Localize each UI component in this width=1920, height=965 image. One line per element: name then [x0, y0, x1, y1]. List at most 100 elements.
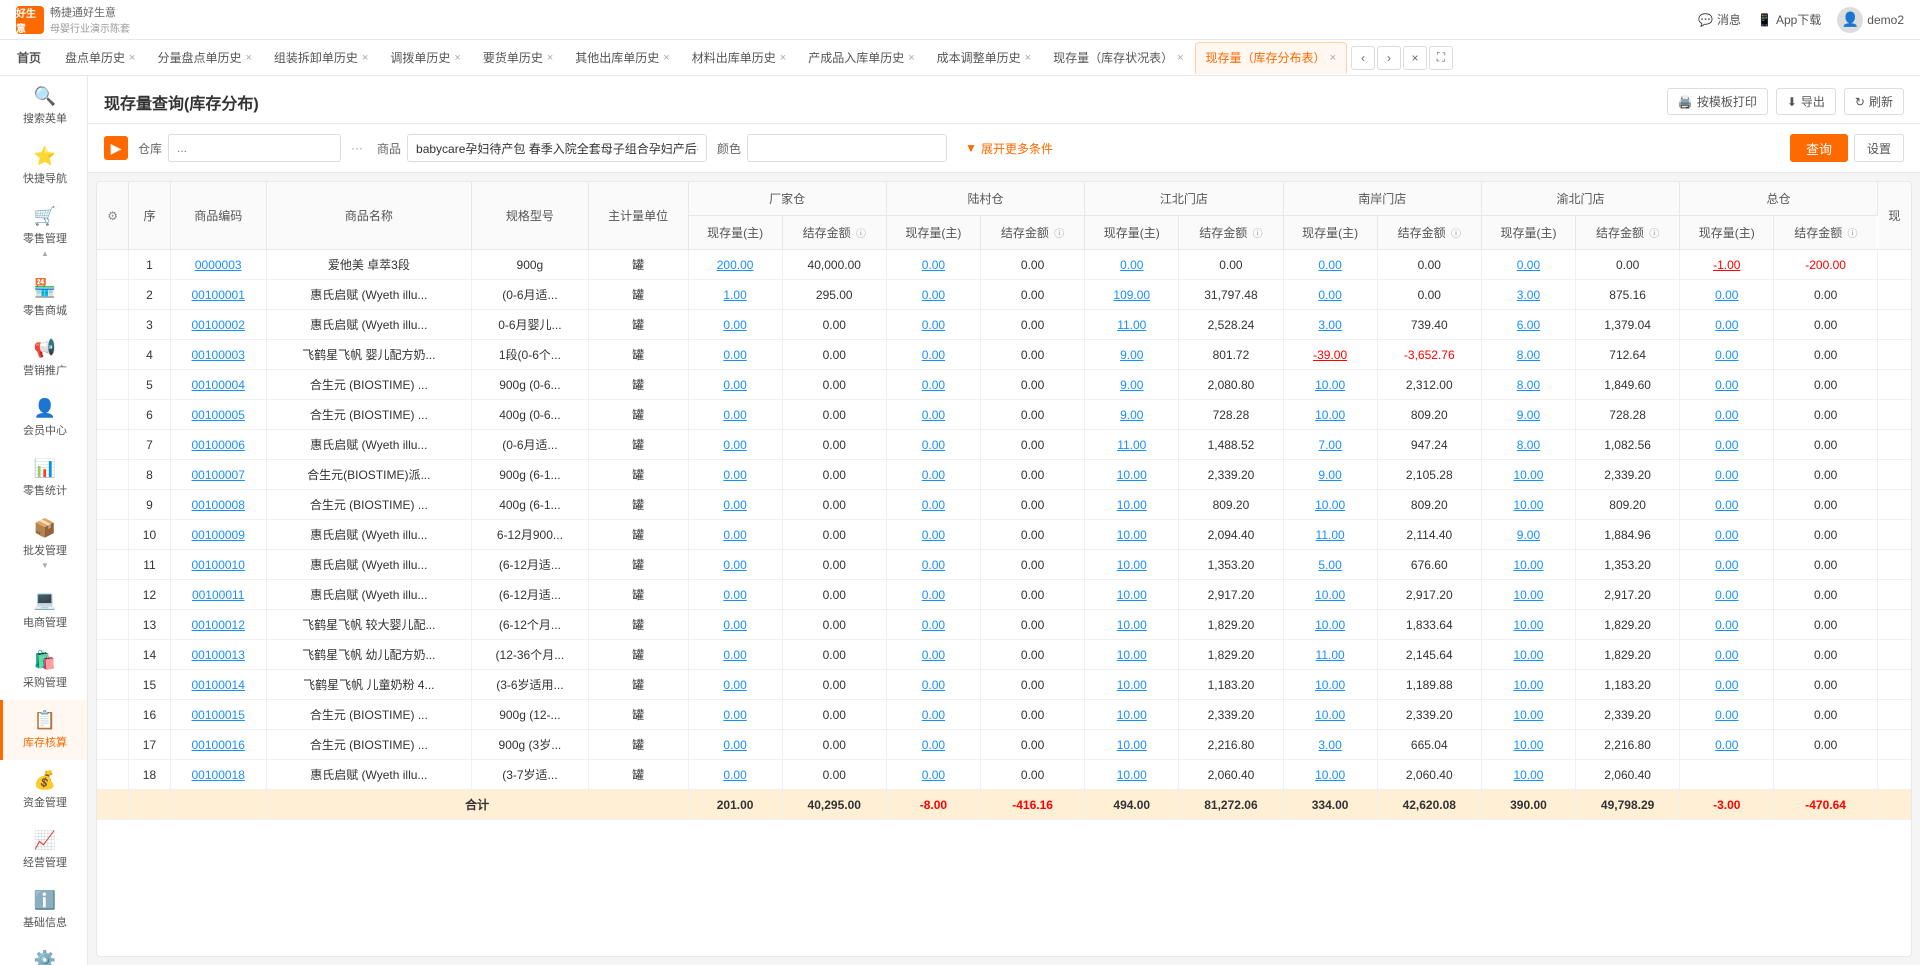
- export-btn[interactable]: ⬇ 导出: [1776, 88, 1836, 115]
- expand-more-label: 展开更多条件: [981, 140, 1053, 157]
- sidebar-item-members[interactable]: 👤 会员中心: [0, 388, 87, 448]
- th-unit: 主计量单位: [588, 182, 688, 250]
- warehouse-input[interactable]: [168, 134, 341, 162]
- info-icon-w3[interactable]: ⓘ: [1253, 229, 1263, 240]
- tab-close-5[interactable]: ×: [663, 52, 669, 64]
- tab-label-1: 分量盘点单历史: [157, 49, 241, 66]
- brand-subtitle: 母婴行业演示陈套: [50, 20, 130, 35]
- goods-input[interactable]: [407, 134, 707, 162]
- table-row: 1000100009惠氏启赋 (Wyeth illu...6-12月900...…: [97, 520, 1911, 550]
- sidebar-item-operation[interactable]: 📈 经营管理: [0, 820, 87, 880]
- sidebar-item-retail-shop[interactable]: 🏪 零售商城: [0, 268, 87, 328]
- tab-close-4[interactable]: ×: [547, 52, 553, 64]
- member-icon: 👤: [34, 398, 56, 419]
- th-extra: 现: [1877, 182, 1911, 250]
- sidebar-item-marketing[interactable]: 📢 营销推广: [0, 328, 87, 388]
- info-icon-w1[interactable]: ⓘ: [856, 229, 866, 240]
- sidebar-item-retail-stats[interactable]: 📊 零售统计: [0, 448, 87, 508]
- info-icon-w2[interactable]: ⓘ: [1054, 229, 1064, 240]
- main-layout: 🔍 搜索英单 ⭐ 快捷导航 🛒 零售管理 ▲ 🏪 零售商城 📢 营销推广 👤 会…: [0, 76, 1920, 965]
- nav-expand-btn[interactable]: ⛶: [1429, 46, 1453, 70]
- sidebar-item-wholesale[interactable]: 📦 批发管理 ▼: [0, 508, 87, 580]
- nav-tab-0[interactable]: 盘点单历史 ×: [54, 42, 146, 74]
- sidebar-item-retail-mgmt[interactable]: 🛒 零售管理 ▲: [0, 196, 87, 268]
- sidebar-label-1: 快捷导航: [23, 170, 67, 186]
- tab-close-3[interactable]: ×: [454, 52, 460, 64]
- system-icon: ⚙️: [34, 950, 56, 965]
- nav-prev-btn[interactable]: ‹: [1351, 46, 1375, 70]
- nav-tab-1[interactable]: 分量盘点单历史 ×: [146, 42, 262, 74]
- print-btn[interactable]: 🖨️ 按模板打印: [1667, 88, 1768, 115]
- nav-tab-6[interactable]: 材料出库单历史 ×: [681, 42, 797, 74]
- tab-close-8[interactable]: ×: [1025, 52, 1031, 64]
- logo-icon: 好生意: [16, 6, 44, 34]
- sidebar-item-inventory[interactable]: 📋 库存核算: [0, 700, 87, 760]
- query-btn[interactable]: 查询: [1790, 134, 1848, 162]
- page-title: 现存量查询(库存分布): [104, 90, 259, 114]
- goods-label: 商品: [377, 140, 401, 157]
- setting-btn[interactable]: 设置: [1854, 134, 1904, 162]
- app-download-btn[interactable]: 📱 App下载: [1757, 11, 1821, 28]
- nav-tab-5[interactable]: 其他出库单历史 ×: [564, 42, 680, 74]
- nav-home[interactable]: 首页: [4, 42, 54, 74]
- refresh-label: 刷新: [1869, 93, 1893, 110]
- warehouse-filter: 仓库 ···: [138, 134, 367, 162]
- operation-icon: 📈: [34, 830, 56, 851]
- username-label: demo2: [1867, 13, 1904, 27]
- sidebar-item-ecom[interactable]: 💻 电商管理: [0, 580, 87, 640]
- sidebar-item-purchase[interactable]: 🛍️ 采购管理: [0, 640, 87, 700]
- sidebar-item-finance[interactable]: 💰 资金管理: [0, 760, 87, 820]
- th-wt-amt: 结存金额 ⓘ: [1774, 216, 1878, 250]
- wholesale-icon: 📦: [34, 518, 56, 539]
- tab-label-3: 调拨单历史: [390, 49, 450, 66]
- filter-expand-btn[interactable]: ▶: [104, 136, 128, 160]
- sidebar-item-nav[interactable]: ⭐ 快捷导航: [0, 136, 87, 196]
- star-icon: ⭐: [34, 146, 56, 167]
- th-w2-qty: 现存量(主): [886, 216, 980, 250]
- refresh-btn[interactable]: ↻ 刷新: [1844, 88, 1904, 115]
- tab-label-2: 组装拆卸单历史: [274, 49, 358, 66]
- info-icon: ℹ️: [34, 890, 56, 911]
- nav-next-btn[interactable]: ›: [1377, 46, 1401, 70]
- info-icon-wt[interactable]: ⓘ: [1848, 229, 1858, 240]
- color-filter: 颜色: [717, 134, 947, 162]
- message-icon: 💬: [1698, 13, 1713, 27]
- tab-close-1[interactable]: ×: [245, 52, 251, 64]
- tab-close-2[interactable]: ×: [362, 52, 368, 64]
- sidebar-label-7: 批发管理: [23, 542, 67, 558]
- nav-tab-4[interactable]: 要货单历史 ×: [472, 42, 564, 74]
- arrow-up-icon: ▲: [41, 249, 49, 258]
- nav-tab-9[interactable]: 现存量（库存状况表） ×: [1042, 42, 1194, 74]
- sidebar-item-search[interactable]: 🔍 搜索英单: [0, 76, 87, 136]
- sidebar-item-info[interactable]: ℹ️ 基础信息: [0, 880, 87, 940]
- nav-tab-3[interactable]: 调拨单历史 ×: [379, 42, 471, 74]
- color-input[interactable]: [747, 134, 947, 162]
- th-name: 商品名称: [266, 182, 471, 250]
- user-menu[interactable]: 👤 demo2: [1837, 7, 1904, 33]
- tab-close-9[interactable]: ×: [1177, 52, 1183, 64]
- table-row: 300100002惠氏启赋 (Wyeth illu...0-6月婴儿...罐0.…: [97, 310, 1911, 340]
- table-row: 1400100013飞鹤星飞帆 幼儿配方奶...(12-36个月...罐0.00…: [97, 640, 1911, 670]
- tab-close-10[interactable]: ×: [1330, 52, 1336, 64]
- info-icon-w4[interactable]: ⓘ: [1451, 229, 1461, 240]
- message-btn[interactable]: 💬 消息: [1698, 11, 1741, 28]
- sidebar-label-6: 零售统计: [23, 482, 67, 498]
- nav-tab-8[interactable]: 成本调整单历史 ×: [926, 42, 1042, 74]
- table-row: 10000003爱他美 卓萃3段900g罐200.0040,000.000.00…: [97, 250, 1911, 280]
- nav-tab-2[interactable]: 组装拆卸单历史 ×: [263, 42, 379, 74]
- nav-tab-10[interactable]: 现存量（库存分布表） ×: [1195, 42, 1347, 74]
- purchase-icon: 🛍️: [34, 650, 56, 671]
- info-icon-w5[interactable]: ⓘ: [1649, 229, 1659, 240]
- nav-tab-7[interactable]: 产成品入库单历史 ×: [797, 42, 925, 74]
- warehouse-dots: ···: [347, 141, 367, 155]
- tab-close-0[interactable]: ×: [129, 52, 135, 64]
- tab-close-6[interactable]: ×: [780, 52, 786, 64]
- nav-close-btn[interactable]: ×: [1403, 46, 1427, 70]
- th-wt: 总仓: [1680, 182, 1878, 216]
- tab-close-7[interactable]: ×: [908, 52, 914, 64]
- expand-more-btn[interactable]: ▼ 展开更多条件: [957, 136, 1061, 161]
- th-gear[interactable]: ⚙: [97, 182, 129, 250]
- sidebar-item-system[interactable]: ⚙️ 系统管理: [0, 940, 87, 965]
- sidebar-label-5: 会员中心: [23, 422, 67, 438]
- table-row: 1700100016合生元 (BIOSTIME) ...900g (3岁...罐…: [97, 730, 1911, 760]
